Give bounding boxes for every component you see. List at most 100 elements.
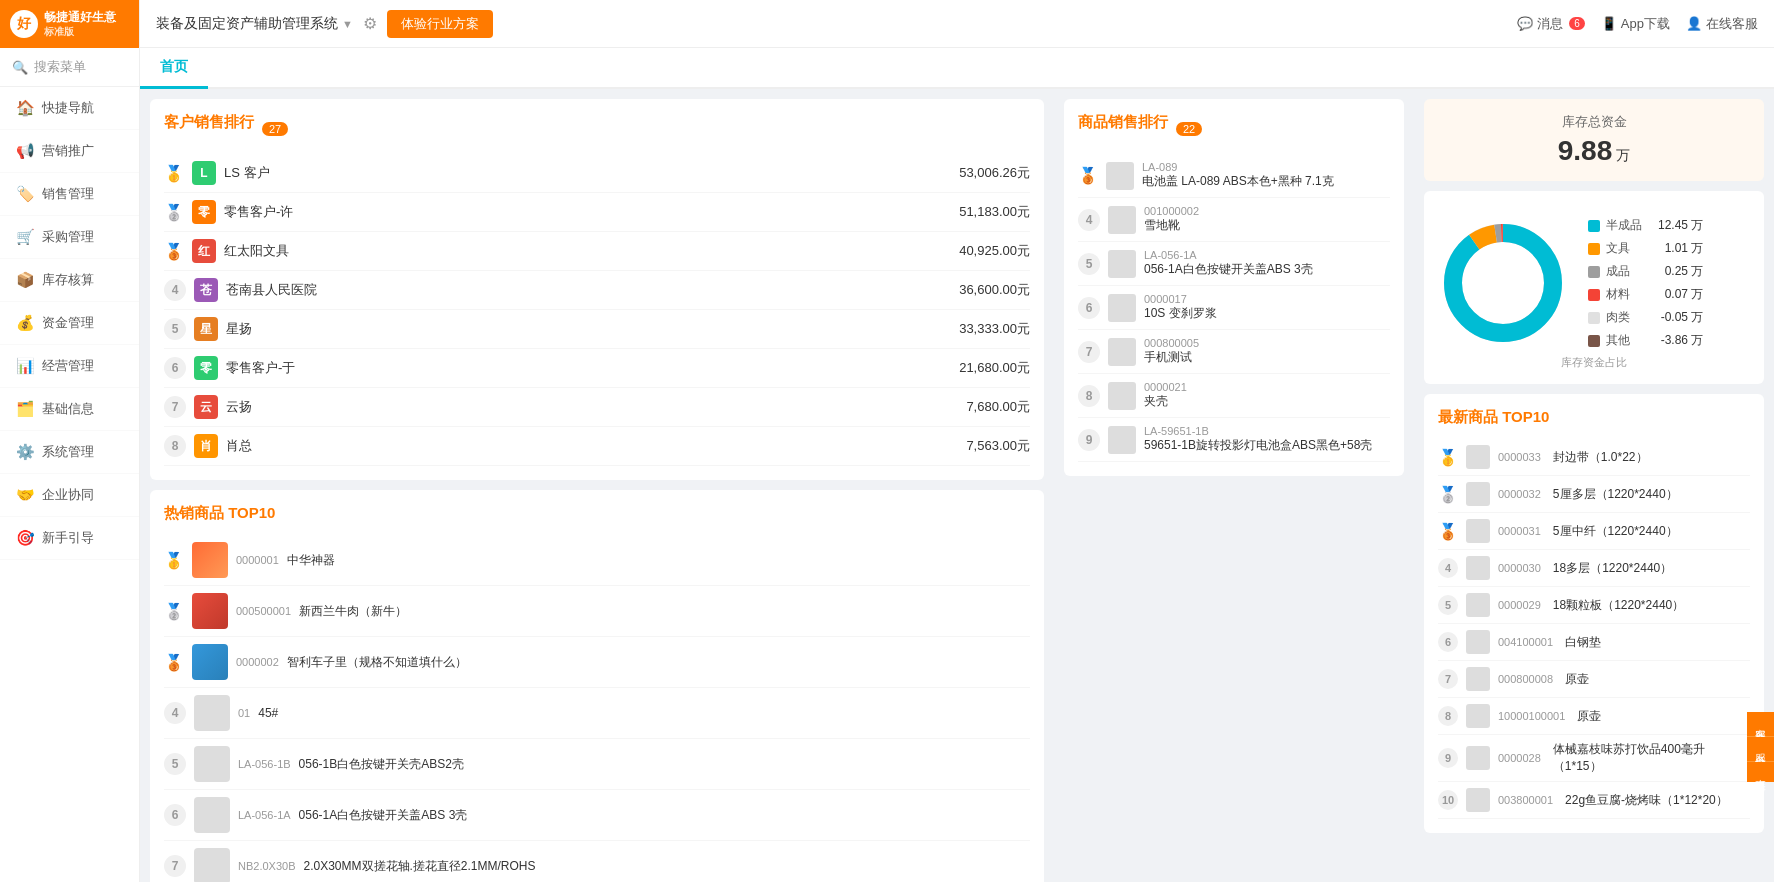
finance-icon: 💰 xyxy=(16,314,34,332)
sidebar-item-inventory[interactable]: 📦 库存核算 xyxy=(0,259,139,302)
list-item: 9 0000028 体械嘉枝味苏打饮品400毫升（1*15） xyxy=(1438,735,1750,782)
inventory-unit: 万 xyxy=(1616,147,1630,165)
product-image xyxy=(1466,556,1490,580)
avatar: 红 xyxy=(192,239,216,263)
legend-item-finished: 成品 0.25 万 xyxy=(1588,263,1703,280)
sidebar-item-quick-nav[interactable]: 🏠 快捷导航 xyxy=(0,87,139,130)
product-image xyxy=(192,644,228,680)
legend-item-other: 其他 -3.86 万 xyxy=(1588,332,1703,349)
rank-number: 7 xyxy=(164,396,186,418)
list-item: 🥉 LA-089 电池盖 LA-089 ABS本色+黑种 7.1克 xyxy=(1078,154,1390,198)
tab-home[interactable]: 首页 xyxy=(140,48,208,89)
gear-icon[interactable]: ⚙ xyxy=(363,14,377,33)
sidebar-item-basic-info[interactable]: 🗂️ 基础信息 xyxy=(0,388,139,431)
sidebar-item-operations[interactable]: 📊 经营管理 xyxy=(0,345,139,388)
product-image xyxy=(1466,704,1490,728)
customer-ranking-card: 客户销售排行 27 🥇 L LS 客户 53,006.26元 🥈 零 零售客户-… xyxy=(150,99,1044,480)
rank-number: 8 xyxy=(1078,385,1100,407)
product-image xyxy=(1108,250,1136,278)
list-item: 4 01 45# xyxy=(164,688,1030,739)
search-icon: 🔍 xyxy=(12,60,28,75)
table-row: 4 苍 苍南县人民医院 36,600.00元 xyxy=(164,271,1030,310)
table-row: 🥇 L LS 客户 53,006.26元 xyxy=(164,154,1030,193)
logo-text: 畅捷通好生意 标准版 xyxy=(44,10,116,39)
inventory-summary-card: 库存总资金 9.88 万 xyxy=(1424,99,1764,181)
product-image xyxy=(1106,162,1134,190)
notification-item[interactable]: 💬 消息 6 xyxy=(1517,15,1585,33)
rank-number: 4 xyxy=(1078,209,1100,231)
table-row: 🥉 红 红太阳文具 40,925.00元 xyxy=(164,232,1030,271)
sidebar-item-finance[interactable]: 💰 资金管理 xyxy=(0,302,139,345)
sidebar-logo: 好 畅捷通好生意 标准版 xyxy=(0,0,139,48)
guide-icon: 🎯 xyxy=(16,529,34,547)
table-row: 6 零 零售客户-于 21,680.00元 xyxy=(164,349,1030,388)
legend-dot-semifinished xyxy=(1588,220,1600,232)
top-header: 装备及固定资产辅助管理系统 ▼ ⚙ 体验行业方案 💬 消息 6 📱 App下载 … xyxy=(140,0,1774,48)
customer-ranking-badge: 27 xyxy=(262,122,288,136)
rank-number: 9 xyxy=(1438,748,1458,768)
enterprise-icon: 🤝 xyxy=(16,486,34,504)
product-image xyxy=(1108,382,1136,410)
sidebar-item-marketing[interactable]: 📢 营销推广 xyxy=(0,130,139,173)
product-sales-title: 商品销售排行 xyxy=(1078,113,1168,132)
system-name: 装备及固定资产辅助管理系统 ▼ xyxy=(156,15,353,33)
sidebar-search[interactable]: 🔍 搜索菜单 xyxy=(0,48,139,87)
list-item: 🥇 0000033 封边带（1.0*22） xyxy=(1438,439,1750,476)
svg-point-5 xyxy=(1463,243,1543,323)
legend-dot-meat xyxy=(1588,312,1600,324)
service-community-button[interactable]: 服务社区 xyxy=(1747,737,1774,762)
rank-number: 10 xyxy=(1438,790,1458,810)
list-item: 9 LA-59651-1B 59651-1B旋转投影灯电池盒ABS黑色+58壳 xyxy=(1078,418,1390,462)
rank-number: 7 xyxy=(164,855,186,877)
rank-number: 7 xyxy=(1078,341,1100,363)
hot-products-title: 热销商品 TOP10 xyxy=(164,504,1030,523)
sidebar: 好 畅捷通好生意 标准版 🔍 搜索菜单 🏠 快捷导航 📢 营销推广 🏷️ 销售管… xyxy=(0,0,140,882)
table-row: 🥈 零 零售客户-许 51,183.00元 xyxy=(164,193,1030,232)
list-item: 6 004100001 白钢垫 xyxy=(1438,624,1750,661)
live-stream-button[interactable]: 直播 xyxy=(1747,762,1774,782)
newest-products-card: 最新商品 TOP10 🥇 0000033 封边带（1.0*22） 🥈 00000… xyxy=(1424,394,1764,833)
main-area: 装备及固定资产辅助管理系统 ▼ ⚙ 体验行业方案 💬 消息 6 📱 App下载 … xyxy=(140,0,1774,882)
table-row: 8 肖 肖总 7,563.00元 xyxy=(164,427,1030,466)
rank-number: 6 xyxy=(164,357,186,379)
purchase-icon: 🛒 xyxy=(16,228,34,246)
list-item: 5 0000029 18颗粒板（1220*2440） xyxy=(1438,587,1750,624)
rank-number: 4 xyxy=(1438,558,1458,578)
hot-products-card: 热销商品 TOP10 🥇 0000001 中华神器 🥈 000500001 新西… xyxy=(150,490,1044,882)
mobile-icon: 📱 xyxy=(1601,16,1617,31)
chevron-down-icon[interactable]: ▼ xyxy=(342,18,353,30)
avatar: 肖 xyxy=(194,434,218,458)
online-service-item[interactable]: 👤 在线客服 xyxy=(1686,15,1758,33)
customer-service-hotline-button[interactable]: 客服热线 xyxy=(1747,712,1774,737)
customer-ranking-title: 客户销售排行 xyxy=(164,113,254,132)
marketing-icon: 📢 xyxy=(16,142,34,160)
legend-dot-finished xyxy=(1588,266,1600,278)
sidebar-item-guide[interactable]: 🎯 新手引导 xyxy=(0,517,139,560)
list-item: 10 003800001 22g鱼豆腐-烧烤味（1*12*20） xyxy=(1438,782,1750,819)
list-item: 4 0000030 18多层（1220*2440） xyxy=(1438,550,1750,587)
list-item: 🥈 0000032 5厘多层（1220*2440） xyxy=(1438,476,1750,513)
rank-number: 6 xyxy=(1078,297,1100,319)
product-image xyxy=(1108,294,1136,322)
service-icon: 👤 xyxy=(1686,16,1702,31)
list-item: 🥉 0000002 智利车子里（规格不知道填什么） xyxy=(164,637,1030,688)
list-item: 🥉 0000031 5厘中纤（1220*2440） xyxy=(1438,513,1750,550)
rank-number: 7 xyxy=(1438,669,1458,689)
product-image xyxy=(1466,630,1490,654)
product-image xyxy=(1466,788,1490,812)
app-download-item[interactable]: 📱 App下载 xyxy=(1601,15,1670,33)
basic-info-icon: 🗂️ xyxy=(16,400,34,418)
sidebar-item-purchase[interactable]: 🛒 采购管理 xyxy=(0,216,139,259)
sidebar-item-system[interactable]: ⚙️ 系统管理 xyxy=(0,431,139,474)
sidebar-item-sales[interactable]: 🏷️ 销售管理 xyxy=(0,173,139,216)
rank-number: 4 xyxy=(164,279,186,301)
middle-panel: 商品销售排行 22 🥉 LA-089 电池盖 LA-089 ABS本色+黑种 7… xyxy=(1054,89,1414,882)
donut-chart-container: 半成品 12.45 万 文具 1.01 万 成品 0.25 万 xyxy=(1438,217,1750,349)
product-image xyxy=(194,746,230,782)
trial-button[interactable]: 体验行业方案 xyxy=(387,10,493,38)
rank-number: 5 xyxy=(164,318,186,340)
inventory-label: 库存总资金 xyxy=(1438,113,1750,131)
sidebar-item-enterprise[interactable]: 🤝 企业协同 xyxy=(0,474,139,517)
list-item: 8 0000021 夹壳 xyxy=(1078,374,1390,418)
system-icon: ⚙️ xyxy=(16,443,34,461)
